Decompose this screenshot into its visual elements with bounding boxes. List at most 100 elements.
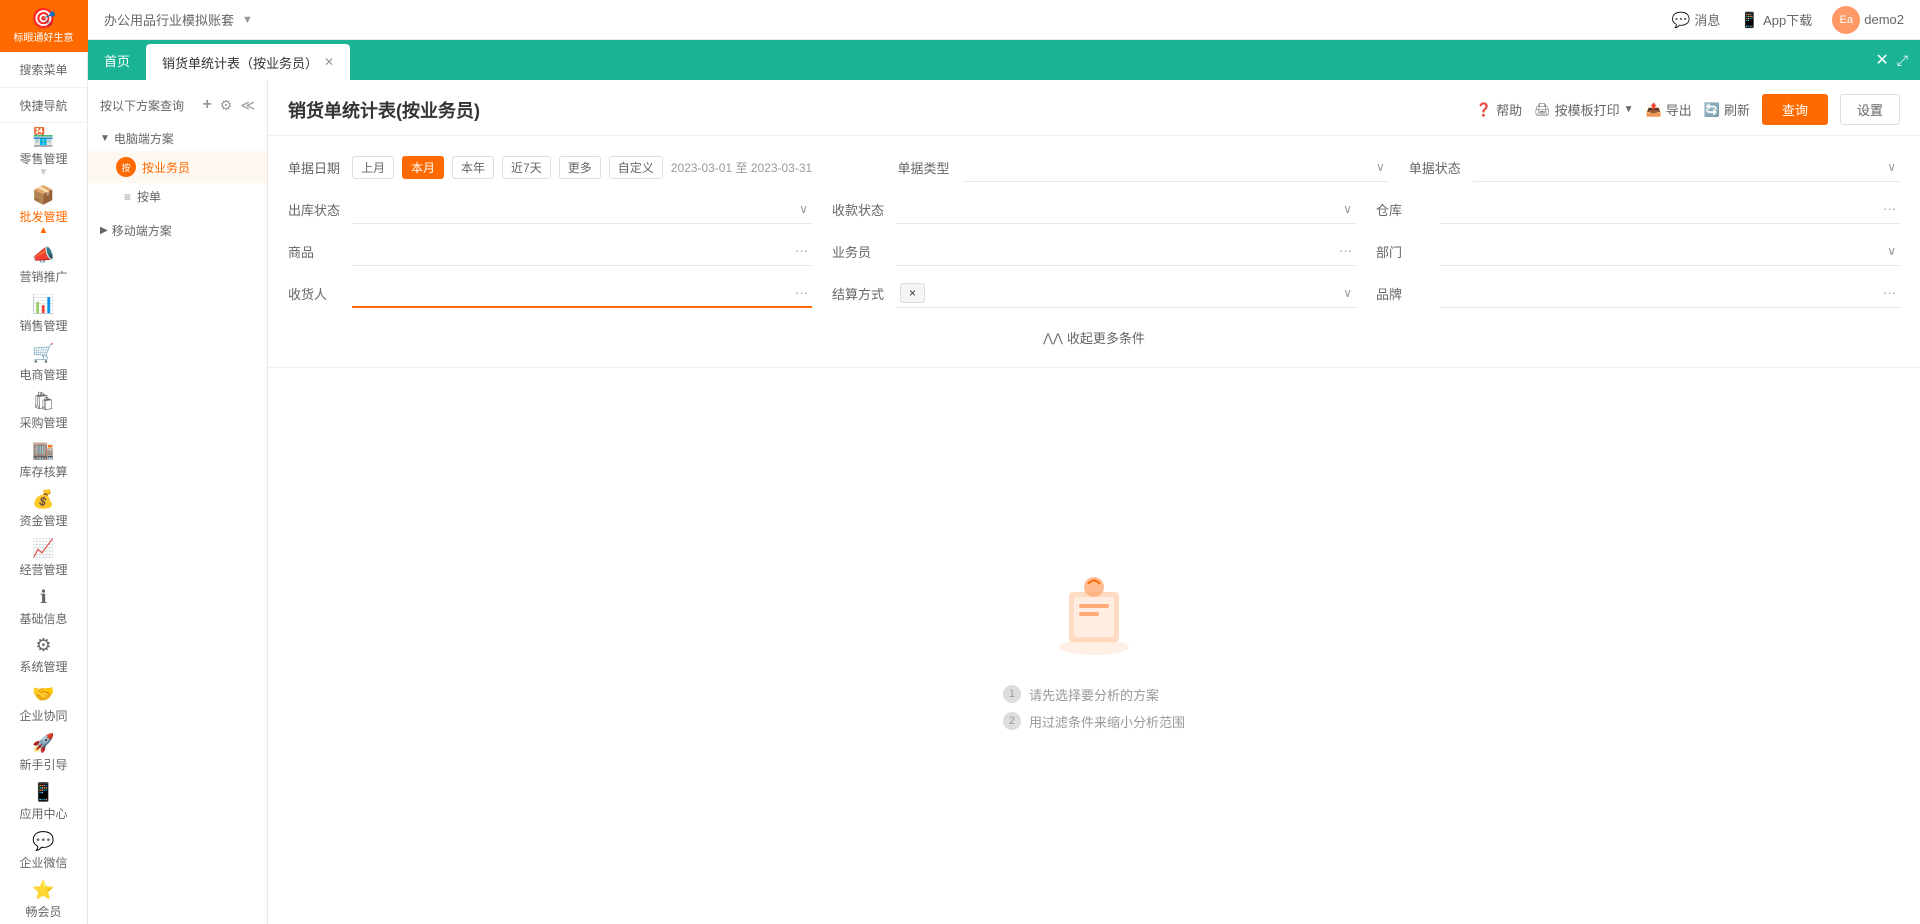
sidebar-item-finance[interactable]: 💰 资金管理	[0, 485, 88, 534]
out-status-label: 出库状态	[288, 200, 344, 219]
warehouse-dots[interactable]: ···	[1883, 201, 1896, 216]
search-menu[interactable]: 搜索菜单	[0, 52, 88, 89]
filter-payment: 结算方式 × ∨	[832, 278, 1356, 308]
tab-sales-stat-label: 销货单统计表（按业务员）	[162, 53, 318, 72]
tab-home[interactable]: 首页	[88, 40, 146, 80]
wechat-icon: 💬	[32, 831, 54, 852]
filter-brand: 品牌 ···	[1376, 278, 1900, 308]
setting-button[interactable]: 设置	[1840, 94, 1900, 125]
enterprise-icon: 🤝	[32, 684, 54, 705]
topbar: 办公用品行业模拟账套 ▼ 💬 消息 📱 App下载 Ea demo2	[88, 0, 1920, 40]
avatar-text: Ea	[1840, 14, 1853, 26]
sidebar-item-apps[interactable]: 📱 应用中心	[0, 778, 88, 827]
sidebar-item-basics[interactable]: ℹ 基础信息	[0, 582, 88, 631]
empty-tip-1-text: 请先选择要分析的方案	[1029, 685, 1159, 704]
order-status-arrow-icon: ∨	[1887, 160, 1896, 174]
sidebar-item-finance-label: 资金管理	[19, 512, 67, 529]
sidebar-item-newbie[interactable]: 🚀 新手引导	[0, 729, 88, 778]
sidebar-item-purchase[interactable]: 🛍 采购管理	[0, 387, 88, 436]
main-area: 办公用品行业模拟账套 ▼ 💬 消息 📱 App下载 Ea demo2 首页	[88, 0, 1920, 924]
sidebar-item-sales[interactable]: 📊 销售管理	[0, 289, 88, 338]
collapse-label: 收起更多条件	[1067, 328, 1145, 347]
query-button[interactable]: 查询	[1762, 94, 1828, 125]
warehouse-select[interactable]: ···	[1440, 194, 1900, 224]
sidebar-item-system[interactable]: ⚙ 系统管理	[0, 631, 88, 680]
scheme-salesman-icon: 按	[116, 157, 136, 177]
tab-maximize-icon[interactable]: ⤢	[1897, 52, 1908, 69]
salesman-dots[interactable]: ···	[1339, 243, 1352, 258]
sidebar-item-operations[interactable]: 📈 经营管理	[0, 533, 88, 582]
scheme-order-icon: ≡	[124, 190, 131, 204]
date-btn-custom[interactable]: 自定义	[609, 156, 663, 179]
brand-dots[interactable]: ···	[1883, 285, 1896, 300]
app-download-btn[interactable]: 📱 App下载	[1740, 10, 1812, 29]
sidebar-item-marketing[interactable]: 📣 营销推广	[0, 240, 88, 289]
product-label: 商品	[288, 242, 344, 261]
pc-scheme-group-title[interactable]: ▼ 电脑端方案	[88, 126, 267, 151]
filter-row-3: 商品 ··· 业务员 ··· 部门	[288, 236, 1900, 266]
date-btn-this-month[interactable]: 本月	[402, 156, 444, 179]
date-btn-last-month[interactable]: 上月	[352, 156, 394, 179]
order-type-select[interactable]: ∨	[962, 152, 1389, 182]
app-logo[interactable]: 🎯 标眼通好生意	[0, 0, 88, 52]
add-scheme-icon[interactable]: +	[202, 96, 211, 114]
sidebar-item-wechat[interactable]: 💬 企业微信	[0, 826, 88, 875]
mobile-scheme-group-title[interactable]: ▶ 移动端方案	[88, 218, 267, 243]
filter-salesman: 业务员 ···	[832, 236, 1356, 266]
finance-icon: 💰	[32, 489, 54, 510]
sidebar-item-ecommerce[interactable]: 🛒 电商管理	[0, 338, 88, 387]
quick-nav[interactable]: 快捷导航	[0, 88, 88, 121]
collapse-up-icon: ⋀⋀	[1043, 331, 1063, 345]
filter-row-1: 单据日期 上月 本月 本年 近7天 更多 自定义 2023-03-01 至 20…	[288, 152, 1900, 182]
tab-close-icon[interactable]: ✕	[324, 55, 334, 69]
sidebar-item-retail[interactable]: 🏪 零售管理 ▼	[0, 123, 88, 182]
filter-order-type: 单据类型 ∨	[898, 152, 1389, 182]
refresh-btn[interactable]: 🔄 刷新	[1704, 100, 1750, 119]
settings-scheme-icon[interactable]: ⚙	[220, 97, 233, 114]
sidebar-item-member[interactable]: ⭐ 畅会员	[0, 875, 88, 924]
out-status-select[interactable]: ∨	[352, 194, 812, 224]
payment-tag-close-icon[interactable]: ×	[909, 286, 916, 300]
collapse-panel-icon[interactable]: ≪	[240, 97, 255, 114]
sidebar-item-wholesale[interactable]: 📦 批发管理 ▲	[0, 181, 88, 240]
date-btn-last-7[interactable]: 近7天	[502, 156, 551, 179]
date-btn-this-year[interactable]: 本年	[452, 156, 494, 179]
payment-tag: ×	[900, 283, 925, 303]
collapse-button[interactable]: ⋀⋀ 收起更多条件	[288, 320, 1900, 351]
filter-out-status: 出库状态 ∨	[288, 194, 812, 224]
message-btn[interactable]: 💬 消息	[1672, 10, 1721, 29]
scheme-item-by-salesman[interactable]: 按 按业务员	[88, 151, 267, 183]
salesman-select[interactable]: ···	[896, 236, 1356, 266]
receiver-select[interactable]: ···	[352, 278, 812, 308]
scheme-sub-item-by-order[interactable]: ≡ 按单	[88, 183, 267, 210]
tab-sales-stat[interactable]: 销货单统计表（按业务员） ✕	[146, 44, 350, 80]
user-profile[interactable]: Ea demo2	[1832, 6, 1904, 34]
receiver-dots[interactable]: ···	[795, 285, 808, 300]
mobile-scheme-label: 移动端方案	[112, 222, 172, 239]
sidebar-item-inventory[interactable]: 🏬 库存核算	[0, 436, 88, 485]
print-btn[interactable]: 🖨 按模板打印 ▼	[1534, 100, 1633, 119]
tab-home-label: 首页	[104, 51, 130, 70]
tab-close-window-icon[interactable]: ✕	[1875, 50, 1888, 70]
product-select[interactable]: ···	[352, 236, 812, 266]
collect-status-select[interactable]: ∨	[896, 194, 1356, 224]
out-status-arrow-icon: ∨	[799, 202, 808, 216]
pc-scheme-group: ▼ 电脑端方案 按 按业务员 ≡ 按单	[88, 122, 267, 214]
order-status-select[interactable]: ∨	[1473, 152, 1900, 182]
search-menu-label: 搜索菜单	[19, 61, 67, 78]
apps-icon: 📱	[32, 782, 54, 803]
product-dots[interactable]: ···	[795, 243, 808, 258]
sidebar-item-enterprise[interactable]: 🤝 企业协同	[0, 680, 88, 729]
date-btn-more[interactable]: 更多	[559, 156, 601, 179]
brand-select[interactable]: ···	[1440, 278, 1900, 308]
mobile-scheme-group: ▶ 移动端方案	[88, 214, 267, 247]
filter-date: 单据日期 上月 本月 本年 近7天 更多 自定义 2023-03-01 至 20…	[288, 156, 878, 179]
empty-svg	[1044, 562, 1144, 662]
scheme-salesman-label: 按业务员	[142, 159, 190, 176]
export-btn[interactable]: 📤 导出	[1646, 100, 1692, 119]
dropdown-arrow-icon[interactable]: ▼	[242, 14, 253, 26]
payment-select[interactable]: × ∨	[896, 278, 1356, 308]
help-btn[interactable]: ❓ 帮助	[1476, 100, 1522, 119]
department-select[interactable]: ∨	[1440, 236, 1900, 266]
sidebar-item-sales-label: 销售管理	[19, 317, 67, 334]
